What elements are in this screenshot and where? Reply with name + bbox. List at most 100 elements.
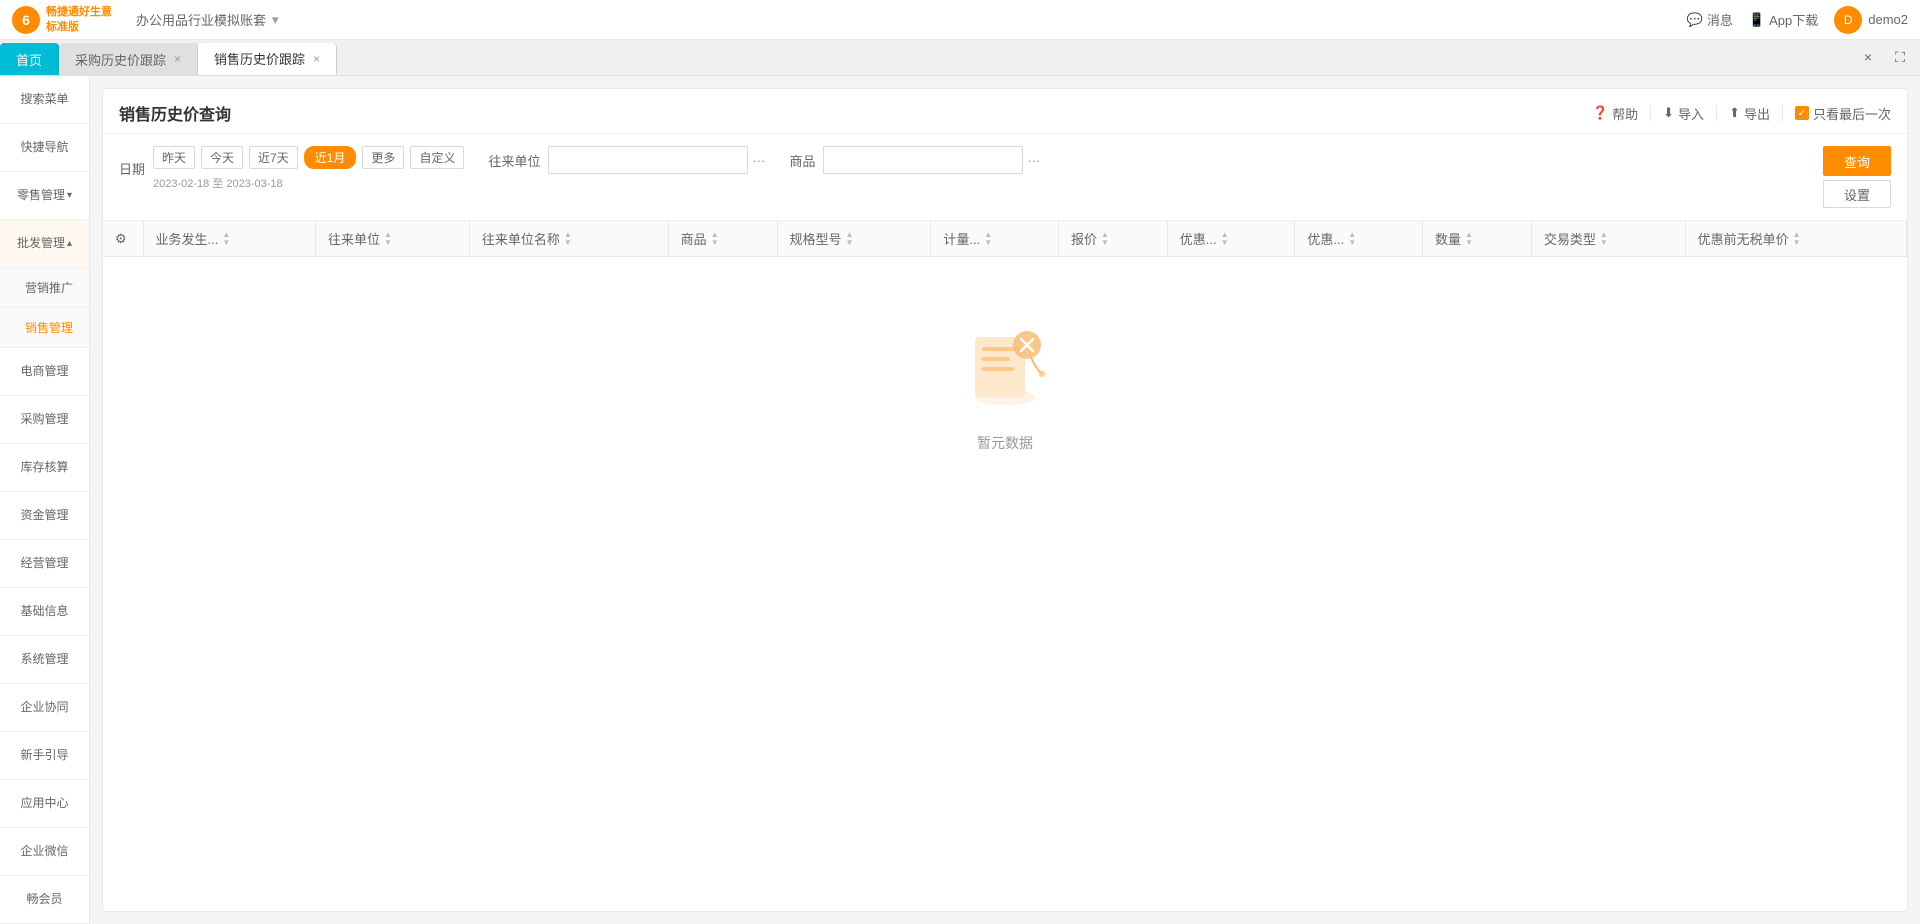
header-left: 6 畅捷通好生意 标准版 办公用品行业模拟账套 ▾ (12, 5, 279, 34)
query-btn[interactable]: 查询 (1823, 146, 1891, 176)
tab-purchase-history-close[interactable]: × (174, 52, 181, 66)
col-partner-name-label: 往来单位名称 (482, 229, 560, 248)
settings-icon[interactable]: ⚙ (115, 231, 127, 246)
date-btn-today[interactable]: 今天 (201, 146, 243, 169)
sidebar-enterprise-wechat-label: 企业微信 (20, 844, 68, 860)
col-discount1-label: 优惠... (1180, 229, 1217, 248)
logo-area: 6 畅捷通好生意 标准版 (12, 5, 112, 34)
sidebar-basic-info-label: 基础信息 (20, 604, 68, 620)
page-card: 销售历史价查询 ❓ 帮助 ⬇ 导入 ⬆ 导出 (102, 88, 1908, 912)
sidebar-item-wholesale-mgmt[interactable]: 批发管理 ▴ (0, 220, 89, 268)
sidebar-inventory-label: 库存核算 (20, 460, 68, 476)
app-download-btn[interactable]: 📱 App下载 (1749, 10, 1818, 29)
sidebar-quick-nav-label: 快捷导航 (20, 140, 68, 156)
date-btn-1month[interactable]: 近1月 (304, 146, 357, 169)
col-unit[interactable]: 计量... ▲▼ (931, 221, 1059, 257)
tab-sales-history[interactable]: 销售历史价跟踪 × (198, 43, 337, 75)
tab-sales-history-label: 销售历史价跟踪 (214, 49, 305, 68)
sidebar-item-member[interactable]: 畅会员 (0, 876, 89, 924)
sidebar-item-operations[interactable]: 经营管理 (0, 540, 89, 588)
sort-arrows-spec[interactable]: ▲▼ (846, 231, 854, 247)
table-header: ⚙ 业务发生... ▲▼ 往来单位 (103, 221, 1907, 257)
sidebar-marketing-label: 营销推广 (25, 279, 73, 296)
sidebar-item-marketing[interactable]: 营销推广 (0, 268, 89, 308)
sidebar-item-enterprise-wechat[interactable]: 企业微信 (0, 828, 89, 876)
empty-illustration (955, 317, 1055, 417)
close-window-btn[interactable]: × (1856, 45, 1880, 69)
app-title-area: 办公用品行业模拟账套 ▾ (136, 10, 279, 29)
sidebar-item-basic-info[interactable]: 基础信息 (0, 588, 89, 636)
sort-arrows-partner-name[interactable]: ▲▼ (564, 231, 572, 247)
user-area[interactable]: D demo2 (1834, 6, 1908, 34)
date-btn-yesterday[interactable]: 昨天 (153, 146, 195, 169)
col-discount1[interactable]: 优惠... ▲▼ (1167, 221, 1295, 257)
col-partner-code-label: 往来单位 (328, 229, 380, 248)
col-discount2-label: 优惠... (1307, 229, 1344, 248)
col-biz-date[interactable]: 业务发生... ▲▼ (143, 221, 316, 257)
sidebar-item-quick-nav[interactable]: 快捷导航 (0, 124, 89, 172)
sort-arrows-pre-discount-price[interactable]: ▲▼ (1793, 231, 1801, 247)
sort-arrows-quantity[interactable]: ▲▼ (1465, 231, 1473, 247)
col-trade-type[interactable]: 交易类型 ▲▼ (1531, 221, 1685, 257)
tab-sales-history-close[interactable]: × (313, 52, 320, 66)
filter-settings-btn[interactable]: 设置 (1823, 180, 1891, 208)
sidebar: 搜索菜单 快捷导航 零售管理 ▾ 批发管理 ▴ 营销推广 销售管理 电商管理 采… (0, 76, 90, 924)
col-spec[interactable]: 规格型号 ▲▼ (777, 221, 931, 257)
top-header: 6 畅捷通好生意 标准版 办公用品行业模拟账套 ▾ 💬 消息 📱 App下载 D… (0, 0, 1920, 40)
sidebar-item-sales-mgmt[interactable]: 销售管理 (0, 308, 89, 348)
fullscreen-btn[interactable]: ⛶ (1888, 45, 1912, 69)
partner-dots-btn[interactable]: ··· (752, 153, 765, 168)
message-btn[interactable]: 💬 消息 (1687, 10, 1733, 29)
help-btn[interactable]: ❓ 帮助 (1592, 104, 1638, 123)
sort-arrows-biz-date[interactable]: ▲▼ (222, 231, 230, 247)
app-title-arrow[interactable]: ▾ (272, 12, 279, 28)
date-btn-custom[interactable]: 自定义 (410, 146, 464, 169)
date-btn-7days[interactable]: 近7天 (249, 146, 298, 169)
sidebar-item-search-menu[interactable]: 搜索菜单 (0, 76, 89, 124)
sidebar-item-enterprise[interactable]: 企业协同 (0, 684, 89, 732)
only-last-checkbox-label[interactable]: ✓ 只看最后一次 (1795, 104, 1891, 123)
col-pre-discount-price[interactable]: 优惠前无税单价 ▲▼ (1685, 221, 1906, 257)
sidebar-member-label: 畅会员 (26, 892, 62, 908)
sidebar-ecommerce-label: 电商管理 (20, 364, 68, 380)
sidebar-item-system-mgmt[interactable]: 系统管理 (0, 636, 89, 684)
sidebar-item-retail-mgmt[interactable]: 零售管理 ▾ (0, 172, 89, 220)
partner-filter-group: 往来单位 ··· (488, 146, 765, 174)
col-quantity[interactable]: 数量 ▲▼ (1422, 221, 1531, 257)
sort-arrows-price[interactable]: ▲▼ (1101, 231, 1109, 247)
sort-arrows-partner-code[interactable]: ▲▼ (384, 231, 392, 247)
message-icon: 💬 (1687, 12, 1703, 28)
col-price[interactable]: 报价 ▲▼ (1058, 221, 1167, 257)
table-container: ⚙ 业务发生... ▲▼ 往来单位 (103, 221, 1907, 911)
tab-home[interactable]: 首页 (0, 43, 59, 75)
sidebar-item-purchase-mgmt[interactable]: 采购管理 (0, 396, 89, 444)
sidebar-sales-mgmt-label: 销售管理 (25, 319, 73, 336)
col-partner-code[interactable]: 往来单位 ▲▼ (316, 221, 470, 257)
export-btn[interactable]: ⬆ 导出 (1729, 104, 1770, 123)
col-product[interactable]: 商品 ▲▼ (668, 221, 777, 257)
sort-arrows-unit[interactable]: ▲▼ (984, 231, 992, 247)
tab-home-label: 首页 (16, 50, 42, 69)
col-biz-date-label: 业务发生... (156, 229, 219, 248)
product-input-area: ··· (823, 146, 1040, 174)
sidebar-item-inventory[interactable]: 库存核算 (0, 444, 89, 492)
product-dots-btn[interactable]: ··· (1027, 153, 1040, 168)
import-btn[interactable]: ⬇ 导入 (1663, 104, 1704, 123)
sort-arrows-discount2[interactable]: ▲▼ (1348, 231, 1356, 247)
date-buttons: 昨天 今天 近7天 近1月 更多 自定义 (153, 146, 464, 169)
sidebar-item-ecommerce[interactable]: 电商管理 (0, 348, 89, 396)
sort-arrows-product[interactable]: ▲▼ (711, 231, 719, 247)
sidebar-item-finance[interactable]: 资金管理 (0, 492, 89, 540)
sort-arrows-discount1[interactable]: ▲▼ (1221, 231, 1229, 247)
sidebar-item-app-center[interactable]: 应用中心 (0, 780, 89, 828)
date-btn-more[interactable]: 更多 (362, 146, 404, 169)
sidebar-item-newbie[interactable]: 新手引导 (0, 732, 89, 780)
partner-input[interactable] (548, 146, 748, 174)
col-discount2[interactable]: 优惠... ▲▼ (1295, 221, 1423, 257)
sort-arrows-trade-type[interactable]: ▲▼ (1600, 231, 1608, 247)
col-partner-name[interactable]: 往来单位名称 ▲▼ (469, 221, 668, 257)
tab-purchase-history[interactable]: 采购历史价跟踪 × (59, 43, 198, 75)
checkbox-checked-icon: ✓ (1795, 106, 1809, 120)
product-input[interactable] (823, 146, 1023, 174)
sidebar-newbie-label: 新手引导 (20, 748, 68, 764)
